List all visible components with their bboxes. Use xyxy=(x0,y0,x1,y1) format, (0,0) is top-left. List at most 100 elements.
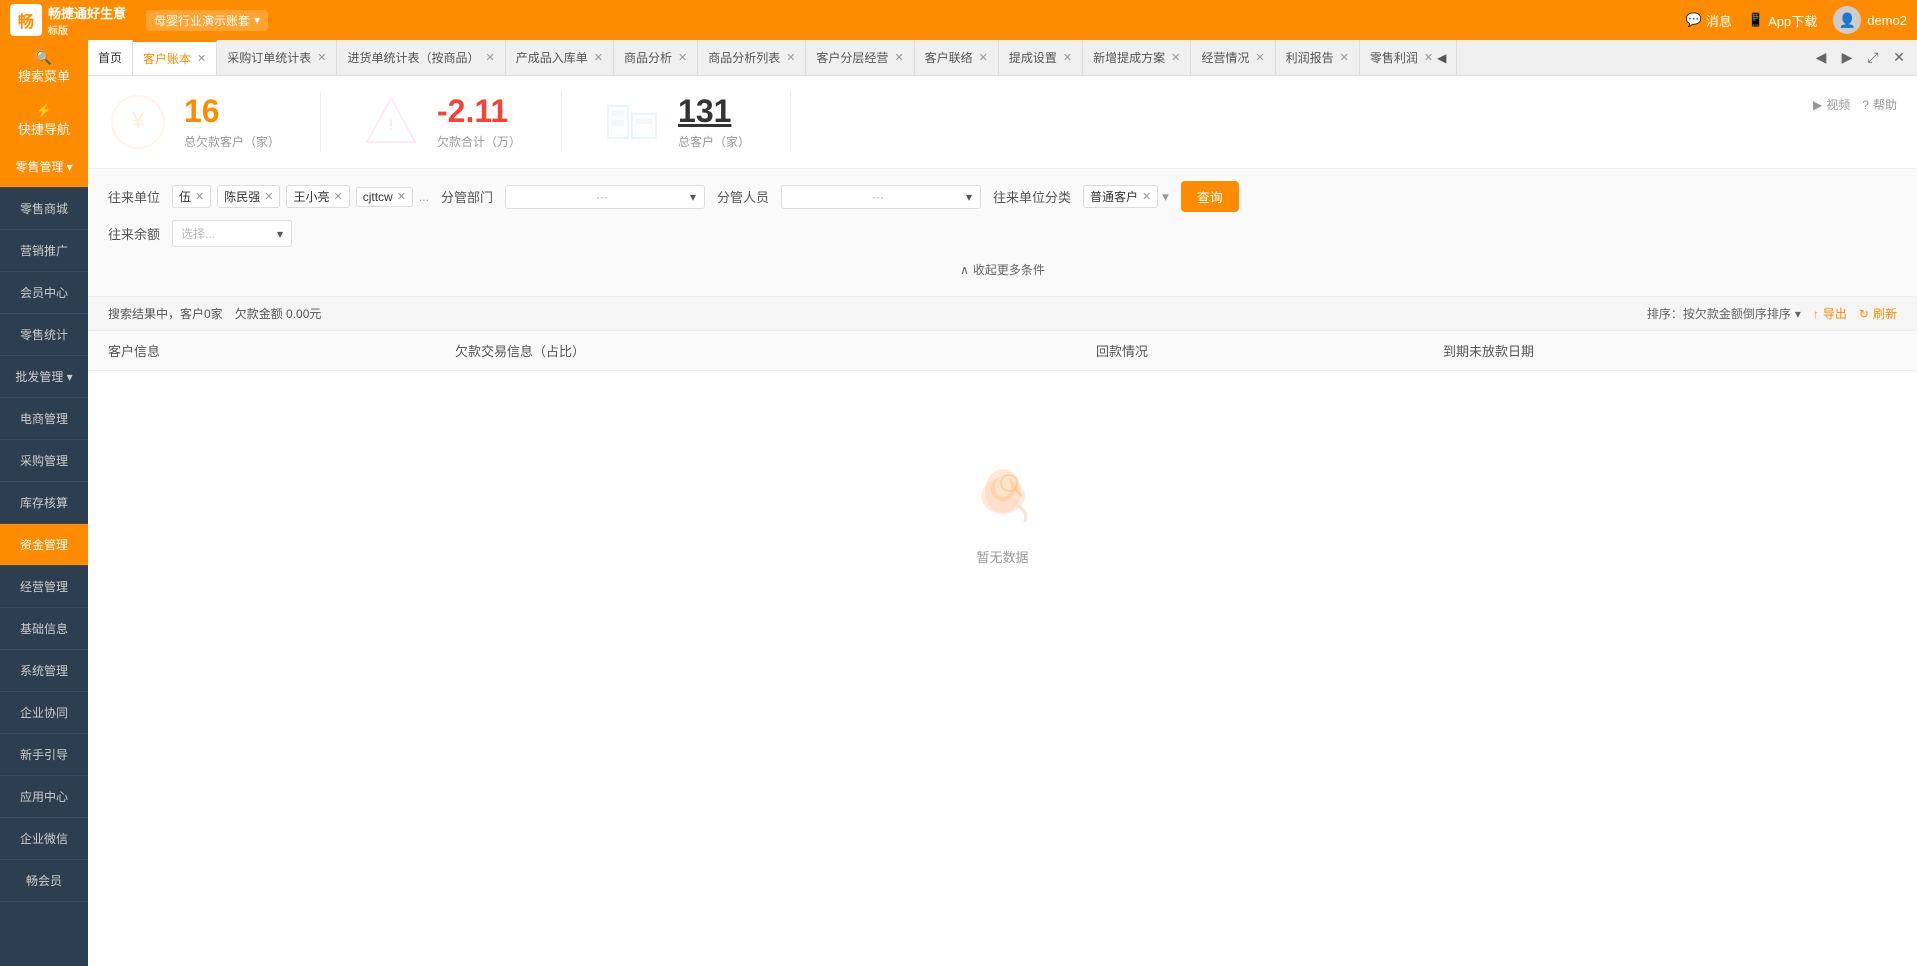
tab-customer-accounts[interactable]: 客户账本 ✕ xyxy=(133,40,217,76)
dept-filter-select[interactable]: ··· ▾ xyxy=(505,185,705,209)
sidebar-item-retail-management[interactable]: 零售管理 ▾ xyxy=(0,146,88,188)
tab-bar: 首页 客户账本 ✕ 采购订单统计表 ✕ 进货单统计表（按商品） ✕ 产成品入库单… xyxy=(88,40,1917,76)
sidebar-item-basic-info[interactable]: 基础信息 xyxy=(0,608,88,650)
sidebar-item-system[interactable]: 系统管理 xyxy=(0,650,88,692)
tab-close-product-analysis[interactable]: ✕ xyxy=(678,51,687,64)
filter-more-tags[interactable]: ... xyxy=(419,190,429,204)
app-download-button[interactable]: 📱 App下载 xyxy=(1748,11,1817,30)
export-label: 导出 xyxy=(1823,305,1847,322)
results-right: 排序：按欠款金额倒序排序 ▾ ↑ 导出 ↻ 刷新 xyxy=(1647,305,1897,322)
sidebar-item-retail-shop[interactable]: 零售商城 xyxy=(0,188,88,230)
sidebar-item-newbie[interactable]: 新手引导 xyxy=(0,734,88,776)
tab-close-production-instock[interactable]: ✕ xyxy=(594,51,603,64)
sidebar-item-quick-nav[interactable]: ⚡ 快捷导航 xyxy=(0,95,88,146)
account-selector[interactable]: 母婴行业演示账套 ▾ xyxy=(146,10,268,31)
user-menu[interactable]: 👤 demo2 xyxy=(1833,6,1907,34)
sidebar-item-batch-management[interactable]: 批发管理 ▾ xyxy=(0,356,88,398)
tab-close-incoming-stats[interactable]: ✕ xyxy=(486,51,495,64)
sort-select[interactable]: 排序：按欠款金额倒序排序 ▾ xyxy=(1647,305,1801,322)
collapse-label: 收起更多条件 xyxy=(973,261,1045,278)
tab-product-analysis[interactable]: 商品分析 ✕ xyxy=(614,40,698,76)
filter-classify: 普通客户 ✕ ▾ xyxy=(1083,185,1169,208)
app-download-label: App下载 xyxy=(1768,11,1817,30)
svg-text:!: ! xyxy=(389,117,393,134)
sidebar-item-operations[interactable]: 经营管理 xyxy=(0,566,88,608)
sidebar-item-marketing[interactable]: 营销推广 xyxy=(0,230,88,272)
person-filter-label: 分管人员 xyxy=(717,187,769,206)
tab-close-retail-profit[interactable]: ✕ xyxy=(1424,51,1433,64)
sidebar-item-ecommerce[interactable]: 电商管理 xyxy=(0,398,88,440)
balance-filter-select[interactable]: 选择... ▾ xyxy=(172,220,292,247)
top-bar-right: 💬 消息 📱 App下载 👤 demo2 xyxy=(1686,6,1907,34)
tab-retail-profit[interactable]: 零售利润 ✕ ◀ xyxy=(1360,40,1457,76)
tab-product-analysis-list[interactable]: 商品分析列表 ✕ xyxy=(698,40,806,76)
tab-home[interactable]: 首页 xyxy=(88,40,133,76)
stat-debt-total: ! -2.11 欠款合计（万） xyxy=(361,92,562,152)
tab-customer-contact[interactable]: 客户联络 ✕ xyxy=(915,40,999,76)
tab-close-customer-contact[interactable]: ✕ xyxy=(979,51,988,64)
chevron-down-icon-balance: ▾ xyxy=(277,227,283,241)
tab-incoming-stats[interactable]: 进货单统计表（按商品） ✕ xyxy=(337,40,505,76)
sidebar-item-vip-member[interactable]: 畅会员 xyxy=(0,860,88,902)
remove-tag-3[interactable]: ✕ xyxy=(334,190,343,203)
tab-maximize[interactable]: ⤢ xyxy=(1861,46,1885,70)
tab-close-customer-accounts[interactable]: ✕ xyxy=(197,52,206,65)
query-button[interactable]: 查询 xyxy=(1181,181,1239,212)
person-filter-select[interactable]: ··· ▾ xyxy=(781,185,981,209)
message-icon: 💬 xyxy=(1686,12,1702,28)
sidebar-item-member-center[interactable]: 会员中心 xyxy=(0,272,88,314)
stat-value-total-customers: 131 xyxy=(678,94,750,129)
collapse-button[interactable]: ∧ 收起更多条件 xyxy=(960,255,1045,284)
chevron-down-icon-classify[interactable]: ▾ xyxy=(1162,189,1169,205)
logo-icon: 畅 xyxy=(10,4,42,36)
total-customers-icon xyxy=(602,92,662,152)
filter-tag-2: 陈民强 ✕ xyxy=(217,185,280,208)
export-button[interactable]: ↑ 导出 xyxy=(1813,305,1847,322)
tab-close-purchase-order-stats[interactable]: ✕ xyxy=(317,51,326,64)
sidebar-item-enterprise-wechat[interactable]: 企业微信 xyxy=(0,818,88,860)
tab-close-customer-segment[interactable]: ✕ xyxy=(894,51,903,64)
stats-actions: ▶ 视频 ? 帮助 xyxy=(1813,92,1897,152)
remove-tag-2[interactable]: ✕ xyxy=(264,190,273,203)
tab-close-new-raise-plan[interactable]: ✕ xyxy=(1171,51,1180,64)
top-bar: 畅 畅捷通好生意 标版 母婴行业演示账套 ▾ 💬 消息 📱 App下载 👤 xyxy=(0,0,1917,40)
sidebar-item-retail-stats[interactable]: 零售统计 xyxy=(0,314,88,356)
tab-close-all[interactable]: ✕ xyxy=(1887,46,1911,70)
sidebar-item-app-center[interactable]: 应用中心 xyxy=(0,776,88,818)
tab-raise-settings[interactable]: 提成设置 ✕ xyxy=(999,40,1083,76)
tab-profit-report[interactable]: 利润报告 ✕ xyxy=(1276,40,1360,76)
stat-label-total-customers: 总客户（家） xyxy=(678,133,750,150)
tab-close-product-analysis-list[interactable]: ✕ xyxy=(786,51,795,64)
sort-label: 排序：按欠款金额倒序排序 xyxy=(1647,305,1791,322)
tab-close-profit-report[interactable]: ✕ xyxy=(1340,51,1349,64)
tab-close-operations-status[interactable]: ✕ xyxy=(1255,51,1264,64)
tab-nav-next[interactable]: ▶ xyxy=(1835,46,1859,70)
nav-icon: ⚡ xyxy=(36,103,52,118)
refresh-label: 刷新 xyxy=(1873,305,1897,322)
message-button[interactable]: 💬 消息 xyxy=(1686,11,1732,30)
remove-tag-4[interactable]: ✕ xyxy=(397,190,406,203)
help-button[interactable]: ? 帮助 xyxy=(1862,96,1897,113)
tab-purchase-order-stats[interactable]: 采购订单统计表 ✕ xyxy=(217,40,337,76)
sidebar-item-purchase[interactable]: 采购管理 xyxy=(0,440,88,482)
filter-row-2: 往来余额 选择... ▾ xyxy=(108,220,1897,247)
refresh-icon: ↻ xyxy=(1859,307,1869,321)
sidebar-item-enterprise[interactable]: 企业协同 xyxy=(0,692,88,734)
remove-tag-1[interactable]: ✕ xyxy=(195,190,204,203)
sidebar: 🔍 搜索菜单 ⚡ 快捷导航 零售管理 ▾ 零售商城 营销推广 会员中心 零售统计 xyxy=(0,40,88,966)
sidebar-item-inventory[interactable]: 库存核算 xyxy=(0,482,88,524)
tab-nav-prev[interactable]: ◀ xyxy=(1809,46,1833,70)
sidebar-item-finance[interactable]: 资金管理 xyxy=(0,524,88,566)
refresh-button[interactable]: ↻ 刷新 xyxy=(1859,305,1897,322)
tab-customer-segment[interactable]: 客户分层经营 ✕ xyxy=(806,40,914,76)
video-button[interactable]: ▶ 视频 xyxy=(1813,96,1850,113)
tab-close-raise-settings[interactable]: ✕ xyxy=(1063,51,1072,64)
tab-new-raise-plan[interactable]: 新增提成方案 ✕ xyxy=(1083,40,1191,76)
debt-amount-result: 欠款金额 0.00元 xyxy=(235,305,322,322)
remove-classify-tag[interactable]: ✕ xyxy=(1142,190,1151,203)
tab-production-instock[interactable]: 产成品入库单 ✕ xyxy=(506,40,614,76)
unit-filter-label: 往来单位 xyxy=(108,187,160,206)
sidebar-item-search-menu[interactable]: 🔍 搜索菜单 xyxy=(0,40,88,95)
tab-operations-status[interactable]: 经营情况 ✕ xyxy=(1191,40,1275,76)
avatar: 👤 xyxy=(1833,6,1861,34)
